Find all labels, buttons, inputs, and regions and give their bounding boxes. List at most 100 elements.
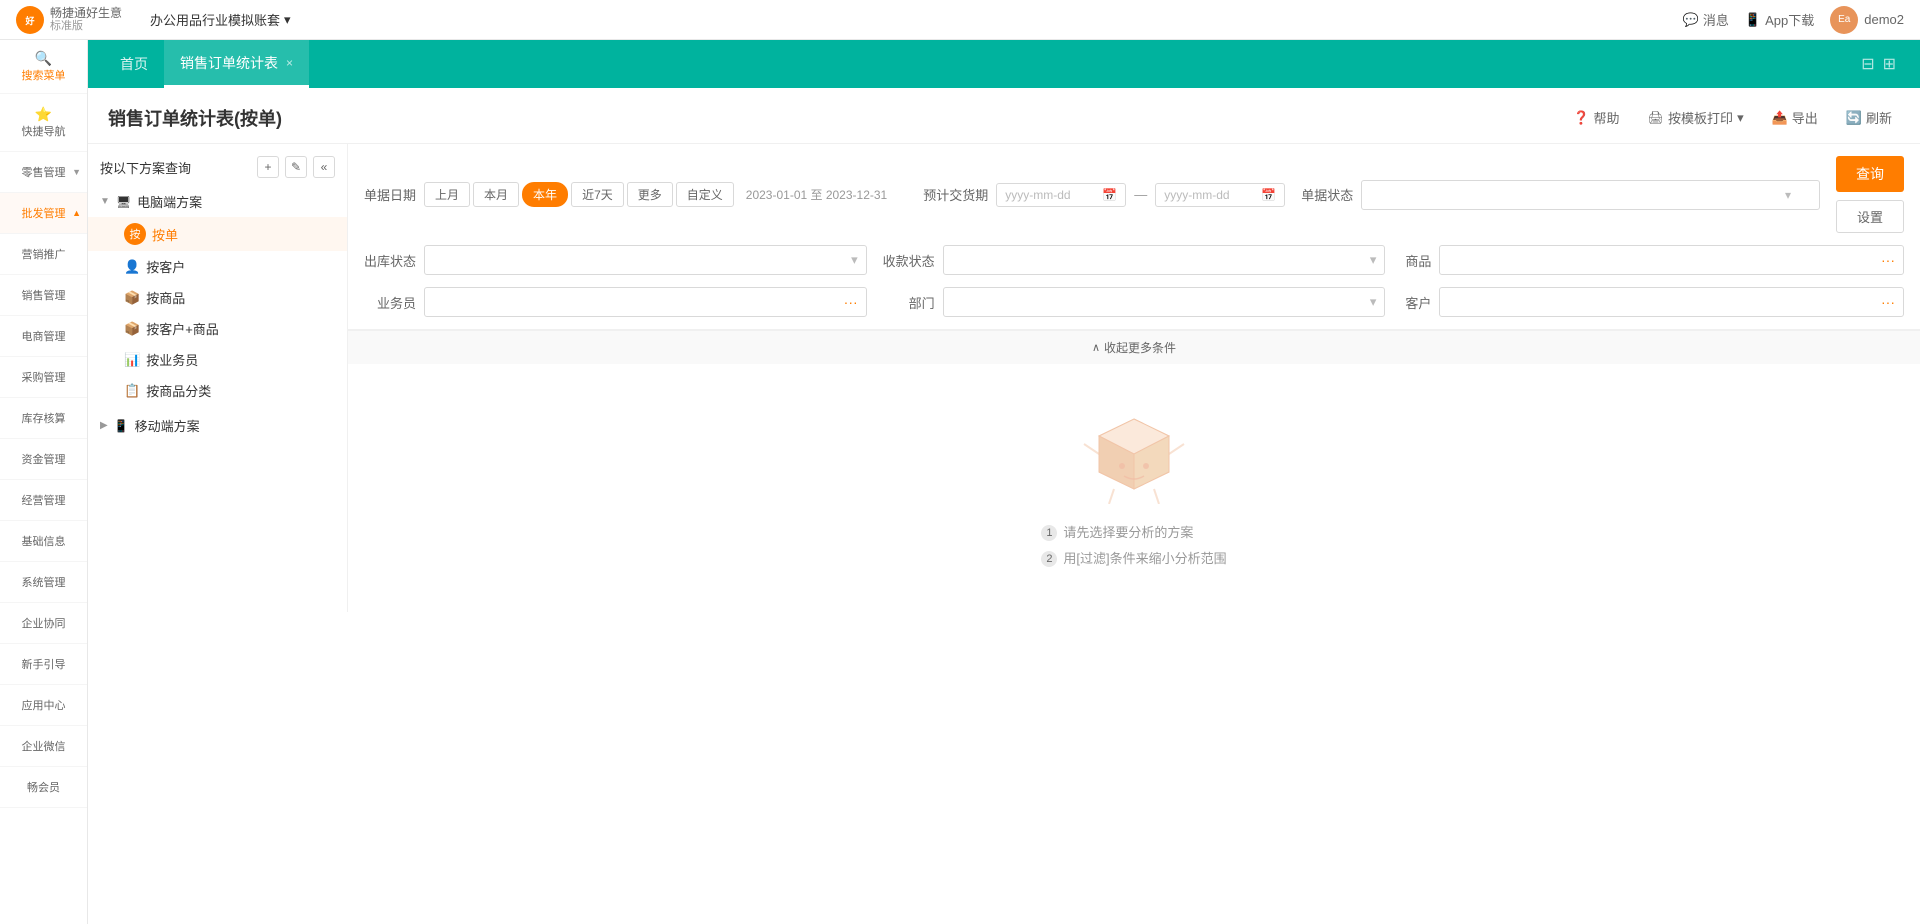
scheme-label-by-goods-cat: 按商品分类 <box>146 381 211 400</box>
edit-scheme-btn[interactable]: ✎ <box>285 156 307 178</box>
sidebar-item-search[interactable]: 🔍 搜索菜单 <box>0 40 87 94</box>
sidebar-item-basic[interactable]: 基础信息 <box>0 521 87 562</box>
company-select[interactable]: 办公用品行业模拟账套 ▾ <box>150 10 291 29</box>
sidebar-item-enterprise[interactable]: 企业协同 <box>0 603 87 644</box>
goods-select[interactable]: ··· <box>1439 245 1904 275</box>
help-btn[interactable]: ❓ 帮助 <box>1565 104 1627 131</box>
dept-label: 部门 <box>883 293 935 312</box>
refresh-btn[interactable]: 🔄 刷新 <box>1838 104 1900 131</box>
export-btn[interactable]: 📤 导出 <box>1764 104 1826 131</box>
expected-date-from[interactable]: yyyy-mm-dd 📅 <box>996 183 1126 207</box>
sidebar-item-operation[interactable]: 经营管理 <box>0 480 87 521</box>
tab-home[interactable]: 首页 <box>104 40 164 88</box>
receive-status-select[interactable]: ▾ <box>943 245 1386 275</box>
customer-select[interactable]: ··· <box>1439 287 1904 317</box>
date-separator: — <box>1134 187 1147 202</box>
query-btn[interactable]: 查询 <box>1836 156 1904 192</box>
last7-btn[interactable]: 近7天 <box>571 182 624 207</box>
settings-btn[interactable]: 设置 <box>1836 200 1904 233</box>
empty-state: 1 请先选择要分析的方案 2 用[过滤]条件来缩小分析范围 <box>1041 404 1226 572</box>
page-title: 销售订单统计表(按单) <box>108 105 282 131</box>
sidebar-item-appcenter[interactable]: 应用中心 <box>0 685 87 726</box>
scheme-item-by-goods-cat[interactable]: 📋 按商品分类 <box>88 375 347 406</box>
sidebar-item-inventory[interactable]: 库存核算 <box>0 398 87 439</box>
scheme-label-by-staff: 按业务员 <box>146 350 198 369</box>
scheme-item-by-order[interactable]: 按 按单 <box>88 217 347 251</box>
sidebar-item-wholesale[interactable]: 批发管理 ▲ <box>0 193 87 234</box>
active-scheme-icon: 按 <box>124 223 146 245</box>
pc-section-icon: 🖥 <box>116 195 131 209</box>
mobile-section-label: 移动端方案 <box>135 416 200 435</box>
sidebar-item-retail[interactable]: 零售管理 ▼ <box>0 152 87 193</box>
filter-row-1: 单据日期 上月 本月 本年 近7天 更多 自定义 2023-01-01 至 20… <box>364 156 1904 233</box>
template-print-btn[interactable]: 🖨 按模板打印 ▾ <box>1640 104 1752 131</box>
customer-filter-group: 客户 ··· <box>1401 287 1904 317</box>
empty-tips: 1 请先选择要分析的方案 2 用[过滤]条件来缩小分析范围 <box>1041 520 1226 572</box>
dept-select[interactable]: ▾ <box>943 287 1386 317</box>
scheme-item-by-goods[interactable]: 📦 按商品 <box>88 282 347 313</box>
tab-close-icon[interactable]: × <box>286 56 293 70</box>
this-year-btn[interactable]: 本年 <box>522 182 568 207</box>
panel-actions: + ✎ « <box>257 156 335 178</box>
avatar: Ea <box>1830 6 1858 34</box>
message-btn[interactable]: 💬 消息 <box>1683 10 1729 29</box>
page-actions: ❓ 帮助 🖨 按模板打印 ▾ 📤 导出 🔄 刷新 <box>1565 104 1900 131</box>
more-btn[interactable]: 更多 <box>627 182 673 207</box>
expected-date-to[interactable]: yyyy-mm-dd 📅 <box>1155 183 1285 207</box>
receive-status-group: 收款状态 ▾ <box>883 245 1386 275</box>
scheme-item-by-cust-goods[interactable]: 📦 按客户+商品 <box>88 313 347 344</box>
sidebar-item-sales[interactable]: 销售管理 <box>0 275 87 316</box>
page-header: 销售订单统计表(按单) ❓ 帮助 🖨 按模板打印 ▾ 📤 导出 <box>88 88 1920 144</box>
sidebar-item-member[interactable]: 畅会员 <box>0 767 87 808</box>
message-icon: 💬 <box>1683 12 1699 28</box>
collapse-up-icon: ∧ <box>1092 341 1100 354</box>
collapse-filters-btn[interactable]: ∧ 收起更多条件 <box>348 330 1920 364</box>
date-buttons: 上月 本月 本年 近7天 更多 自定义 <box>424 182 734 207</box>
out-status-arrow-icon: ▾ <box>851 252 858 268</box>
status-select[interactable]: ▾ <box>1361 180 1820 210</box>
staff-label: 业务员 <box>364 293 416 312</box>
sidebar-item-system[interactable]: 系统管理 <box>0 562 87 603</box>
tip-num-1: 1 <box>1041 525 1057 541</box>
sidebar-item-purchase[interactable]: 采购管理 <box>0 357 87 398</box>
logo-text: 畅捷通好生意 标准版 <box>50 6 122 34</box>
tab-sales-stat[interactable]: 销售订单统计表 × <box>164 40 309 88</box>
panel-title: 按以下方案查询 <box>100 158 191 177</box>
user-avatar-btn[interactable]: Ea demo2 <box>1830 6 1904 34</box>
add-scheme-btn[interactable]: + <box>257 156 279 178</box>
staff-select[interactable]: ··· <box>424 287 867 317</box>
sidebar: 🔍 搜索菜单 ⭐ 快捷导航 零售管理 ▼ 批发管理 ▲ 营销推广 销售管理 电商… <box>0 40 88 924</box>
out-status-select[interactable]: ▾ <box>424 245 867 275</box>
app-download-btn[interactable]: 📱 App下载 <box>1745 10 1814 29</box>
scheme-item-by-staff[interactable]: 📊 按业务员 <box>88 344 347 375</box>
mobile-section-header[interactable]: ▶ 📱 移动端方案 <box>88 410 347 441</box>
scheme-label-by-goods: 按商品 <box>146 288 185 307</box>
sidebar-item-marketing[interactable]: 营销推广 <box>0 234 87 275</box>
calendar-icon-1: 📅 <box>1102 188 1117 202</box>
window-minimize-btn[interactable]: ⊟ <box>1861 54 1874 74</box>
prev-month-btn[interactable]: 上月 <box>424 182 470 207</box>
sidebar-item-newbie[interactable]: 新手引导 <box>0 644 87 685</box>
custom-btn[interactable]: 自定义 <box>676 182 734 207</box>
out-status-label: 出库状态 <box>364 251 416 270</box>
pc-section-header[interactable]: ▼ 🖥 电脑端方案 <box>88 186 347 217</box>
sidebar-item-finance[interactable]: 资金管理 <box>0 439 87 480</box>
staff-more-icon: ··· <box>844 294 858 310</box>
expected-date-label: 预计交货期 <box>923 185 988 204</box>
scheme-item-by-customer[interactable]: 👤 按客户 <box>88 251 347 282</box>
goods-scheme-icon: 📦 <box>124 290 140 306</box>
sidebar-item-quicknav[interactable]: ⭐ 快捷导航 <box>0 94 87 152</box>
status-label: 单据状态 <box>1301 185 1353 204</box>
goods-more-icon: ··· <box>1881 252 1895 268</box>
refresh-icon: 🔄 <box>1846 110 1862 126</box>
sidebar-item-corpwechat[interactable]: 企业微信 <box>0 726 87 767</box>
date-range-display: 2023-01-01 至 2023-12-31 <box>746 186 887 203</box>
left-panel: 按以下方案查询 + ✎ « ▼ 🖥 电脑端方案 按 <box>88 144 348 612</box>
window-maximize-btn[interactable]: ⊞ <box>1883 54 1896 74</box>
sidebar-item-ecom[interactable]: 电商管理 <box>0 316 87 357</box>
tip-num-2: 2 <box>1041 551 1057 567</box>
this-month-btn[interactable]: 本月 <box>473 182 519 207</box>
collapse-panel-btn[interactable]: « <box>313 156 335 178</box>
empty-state-area: 1 请先选择要分析的方案 2 用[过滤]条件来缩小分析范围 <box>348 364 1920 612</box>
logo-area: 好 畅捷通好生意 标准版 <box>16 6 122 34</box>
